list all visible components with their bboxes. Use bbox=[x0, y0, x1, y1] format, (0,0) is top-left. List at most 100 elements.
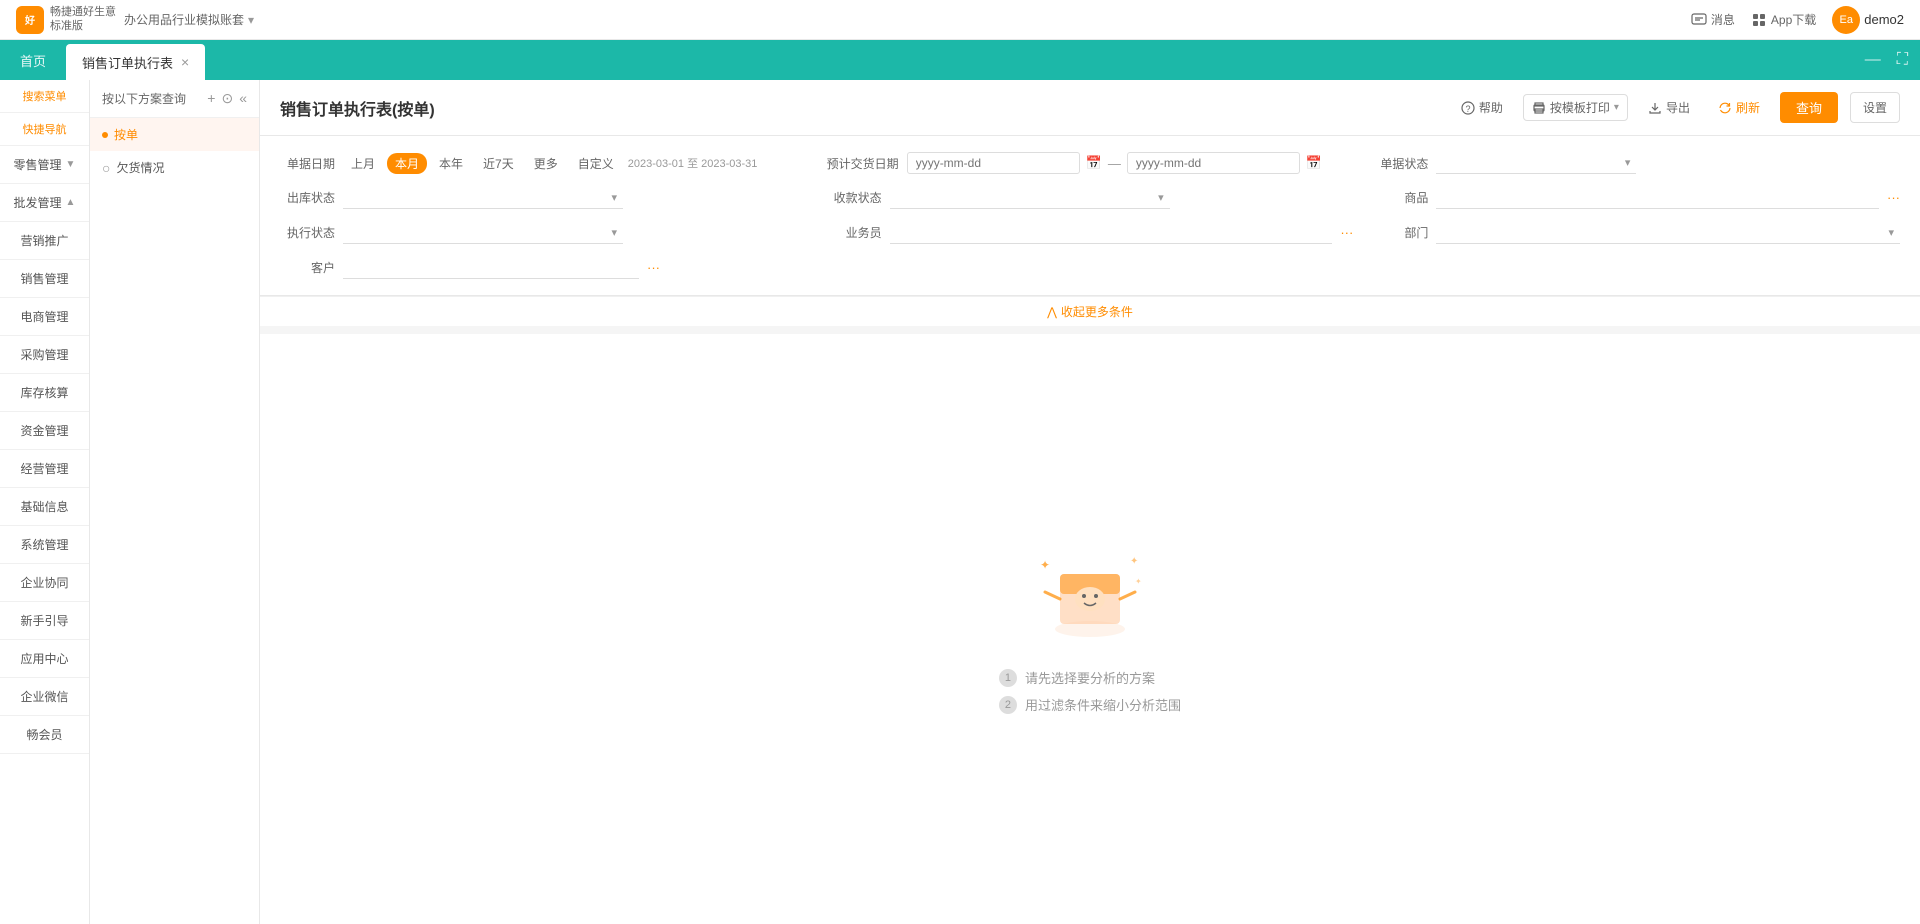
sidebar: 搜索菜单 快捷导航 零售管理 ▼ 批发管理 ▲ 营销推广 销售管理 电商管理 采… bbox=[0, 80, 90, 924]
date-range-text: 2023-03-01 至 2023-03-31 bbox=[628, 155, 758, 171]
header-right: 消息 App下载 Ea demo2 bbox=[1691, 6, 1904, 34]
department-select[interactable]: ▾ bbox=[1436, 222, 1900, 244]
date-tab-more[interactable]: 更多 bbox=[526, 153, 566, 174]
filter-row-status: 出库状态 ▾ 收款状态 ▾ 商品 ··· bbox=[280, 186, 1900, 209]
payment-status-field: 收款状态 ▾ bbox=[827, 187, 1354, 209]
bill-status-field: 单据状态 ▾ bbox=[1373, 152, 1900, 174]
salesperson-more-icon[interactable]: ··· bbox=[1340, 225, 1353, 240]
expected-date-start[interactable] bbox=[907, 152, 1080, 174]
tab-maximize-btn[interactable]: ⛶ bbox=[1893, 47, 1912, 73]
payment-status-select[interactable]: ▾ bbox=[890, 187, 1170, 209]
bill-status-label: 单据状态 bbox=[1373, 155, 1428, 172]
sidebar-search[interactable]: 搜索菜单 bbox=[0, 80, 89, 113]
breadcrumb-arrow[interactable]: ▾ bbox=[248, 13, 254, 27]
empty-step-1: 1 请先选择要分析的方案 bbox=[999, 668, 1181, 687]
product-label: 商品 bbox=[1373, 189, 1428, 206]
main-area: 搜索菜单 快捷导航 零售管理 ▼ 批发管理 ▲ 营销推广 销售管理 电商管理 采… bbox=[0, 80, 1920, 924]
expected-date-label: 预计交货日期 bbox=[827, 155, 899, 172]
logo-icon: 好 bbox=[16, 6, 44, 34]
help-btn[interactable]: ? 帮助 bbox=[1453, 95, 1511, 120]
date-separator: — bbox=[1108, 156, 1121, 171]
product-more-icon[interactable]: ··· bbox=[1887, 190, 1900, 205]
expected-date-end[interactable] bbox=[1127, 152, 1300, 174]
collapse-filter-btn[interactable]: ⋀ 收起更多条件 bbox=[260, 296, 1920, 326]
execution-status-select[interactable]: ▾ bbox=[343, 222, 623, 244]
date-tabs: 上月 本月 本年 近7天 更多 自定义 bbox=[343, 153, 622, 174]
step-1-text: 请先选择要分析的方案 bbox=[1025, 668, 1155, 687]
product-input[interactable] bbox=[1436, 186, 1879, 209]
left-panel-actions: + ⊙ « bbox=[207, 90, 247, 107]
sidebar-item-wholesale[interactable]: 批发管理 ▲ bbox=[0, 184, 89, 222]
sidebar-item-ecommerce[interactable]: 电商管理 bbox=[0, 298, 89, 336]
sidebar-item-basic-info[interactable]: 基础信息 bbox=[0, 488, 89, 526]
tab-bar-right: — ⛶ bbox=[1861, 40, 1920, 80]
content-area: 销售订单执行表(按单) ? 帮助 按模板打印 ▾ bbox=[260, 80, 1920, 924]
page-title: 销售订单执行表(按单) bbox=[280, 96, 435, 120]
page-header: 销售订单执行表(按单) ? 帮助 按模板打印 ▾ bbox=[260, 80, 1920, 136]
date-tab-last-month[interactable]: 上月 bbox=[343, 153, 383, 174]
sidebar-item-app-center[interactable]: 应用中心 bbox=[0, 640, 89, 678]
chevron-up-icon: ▲ bbox=[66, 197, 76, 208]
scheme-item-backorder[interactable]: ○ 欠货情况 bbox=[90, 151, 259, 184]
customer-input[interactable] bbox=[343, 256, 639, 279]
sidebar-item-purchase[interactable]: 采购管理 bbox=[0, 336, 89, 374]
circle-icon: ○ bbox=[102, 160, 110, 176]
left-panel: 按以下方案查询 + ⊙ « 按单 ○ 欠货情况 bbox=[90, 80, 260, 924]
help-icon: ? bbox=[1461, 101, 1475, 115]
sidebar-item-inventory[interactable]: 库存核算 bbox=[0, 374, 89, 412]
empty-step-2: 2 用过滤条件来缩小分析范围 bbox=[999, 695, 1181, 714]
bill-status-select[interactable]: ▾ bbox=[1436, 152, 1636, 174]
sidebar-item-wechat[interactable]: 企业微信 bbox=[0, 678, 89, 716]
tab-sales-order[interactable]: 销售订单执行表 × bbox=[66, 44, 205, 80]
tab-home[interactable]: 首页 bbox=[0, 40, 66, 80]
empty-state: ✦ ✦ ✦ 1 请先选择要分析的方案 2 用过滤条件来缩小分析范围 bbox=[260, 334, 1920, 924]
avatar: Ea bbox=[1832, 6, 1860, 34]
date-tab-7days[interactable]: 近7天 bbox=[475, 153, 522, 174]
sidebar-item-finance[interactable]: 资金管理 bbox=[0, 412, 89, 450]
sidebar-item-system[interactable]: 系统管理 bbox=[0, 526, 89, 564]
sidebar-item-retail[interactable]: 零售管理 ▼ bbox=[0, 146, 89, 184]
date-tab-current-month[interactable]: 本月 bbox=[387, 153, 427, 174]
sidebar-item-guide[interactable]: 新手引导 bbox=[0, 602, 89, 640]
department-field: 部门 ▾ bbox=[1373, 222, 1900, 244]
breadcrumb[interactable]: 办公用品行业模拟账套 ▾ bbox=[124, 11, 254, 28]
app-download-action[interactable]: App下载 bbox=[1751, 11, 1816, 28]
salesperson-field: 业务员 ··· bbox=[827, 221, 1354, 244]
svg-text:好: 好 bbox=[24, 14, 35, 27]
salesperson-input[interactable] bbox=[890, 221, 1333, 244]
department-label: 部门 bbox=[1373, 224, 1428, 241]
chevron-down-icon: ▼ bbox=[66, 159, 76, 170]
top-header: 好 畅捷通好生意 标准版 办公用品行业模拟账套 ▾ 消息 bbox=[0, 0, 1920, 40]
sidebar-item-marketing[interactable]: 营销推广 bbox=[0, 222, 89, 260]
settings-button[interactable]: 设置 bbox=[1850, 92, 1900, 123]
logo-text: 畅捷通好生意 标准版 bbox=[50, 6, 116, 32]
refresh-btn[interactable]: 刷新 bbox=[1710, 95, 1768, 120]
scheme-item-order[interactable]: 按单 bbox=[90, 118, 259, 151]
add-scheme-btn[interactable]: + bbox=[207, 90, 215, 107]
tab-close-icon[interactable]: × bbox=[181, 55, 189, 69]
delivery-status-select[interactable]: ▾ bbox=[343, 187, 623, 209]
calendar-start-icon[interactable]: 📅 bbox=[1086, 155, 1102, 171]
template-print-btn[interactable]: 按模板打印 ▾ bbox=[1523, 94, 1628, 121]
sidebar-item-enterprise[interactable]: 企业协同 bbox=[0, 564, 89, 602]
customer-more-icon[interactable]: ··· bbox=[647, 260, 660, 275]
query-button[interactable]: 查询 bbox=[1780, 92, 1838, 123]
calendar-end-icon[interactable]: 📅 bbox=[1306, 155, 1322, 171]
date-tab-current-year[interactable]: 本年 bbox=[431, 153, 471, 174]
sidebar-item-sales[interactable]: 销售管理 bbox=[0, 260, 89, 298]
sidebar-item-management[interactable]: 经营管理 bbox=[0, 450, 89, 488]
logo-area: 好 畅捷通好生意 标准版 bbox=[16, 6, 116, 34]
collapse-panel-btn[interactable]: « bbox=[239, 90, 247, 107]
user-area[interactable]: Ea demo2 bbox=[1832, 6, 1904, 34]
settings-scheme-btn[interactable]: ⊙ bbox=[221, 90, 233, 107]
date-filter: 上月 本月 本年 近7天 更多 自定义 2023-03-01 至 2023-03… bbox=[343, 153, 757, 174]
sidebar-item-member[interactable]: 畅会员 bbox=[0, 716, 89, 754]
date-tab-custom[interactable]: 自定义 bbox=[570, 153, 622, 174]
active-dot-icon bbox=[102, 132, 108, 138]
export-btn[interactable]: 导出 bbox=[1640, 95, 1698, 120]
sidebar-quick-nav[interactable]: 快捷导航 bbox=[0, 113, 89, 146]
tab-minimize-btn[interactable]: — bbox=[1861, 47, 1885, 73]
bill-status-arrow-icon: ▾ bbox=[1625, 156, 1631, 169]
message-action[interactable]: 消息 bbox=[1691, 11, 1735, 28]
app-download-icon bbox=[1751, 12, 1767, 28]
